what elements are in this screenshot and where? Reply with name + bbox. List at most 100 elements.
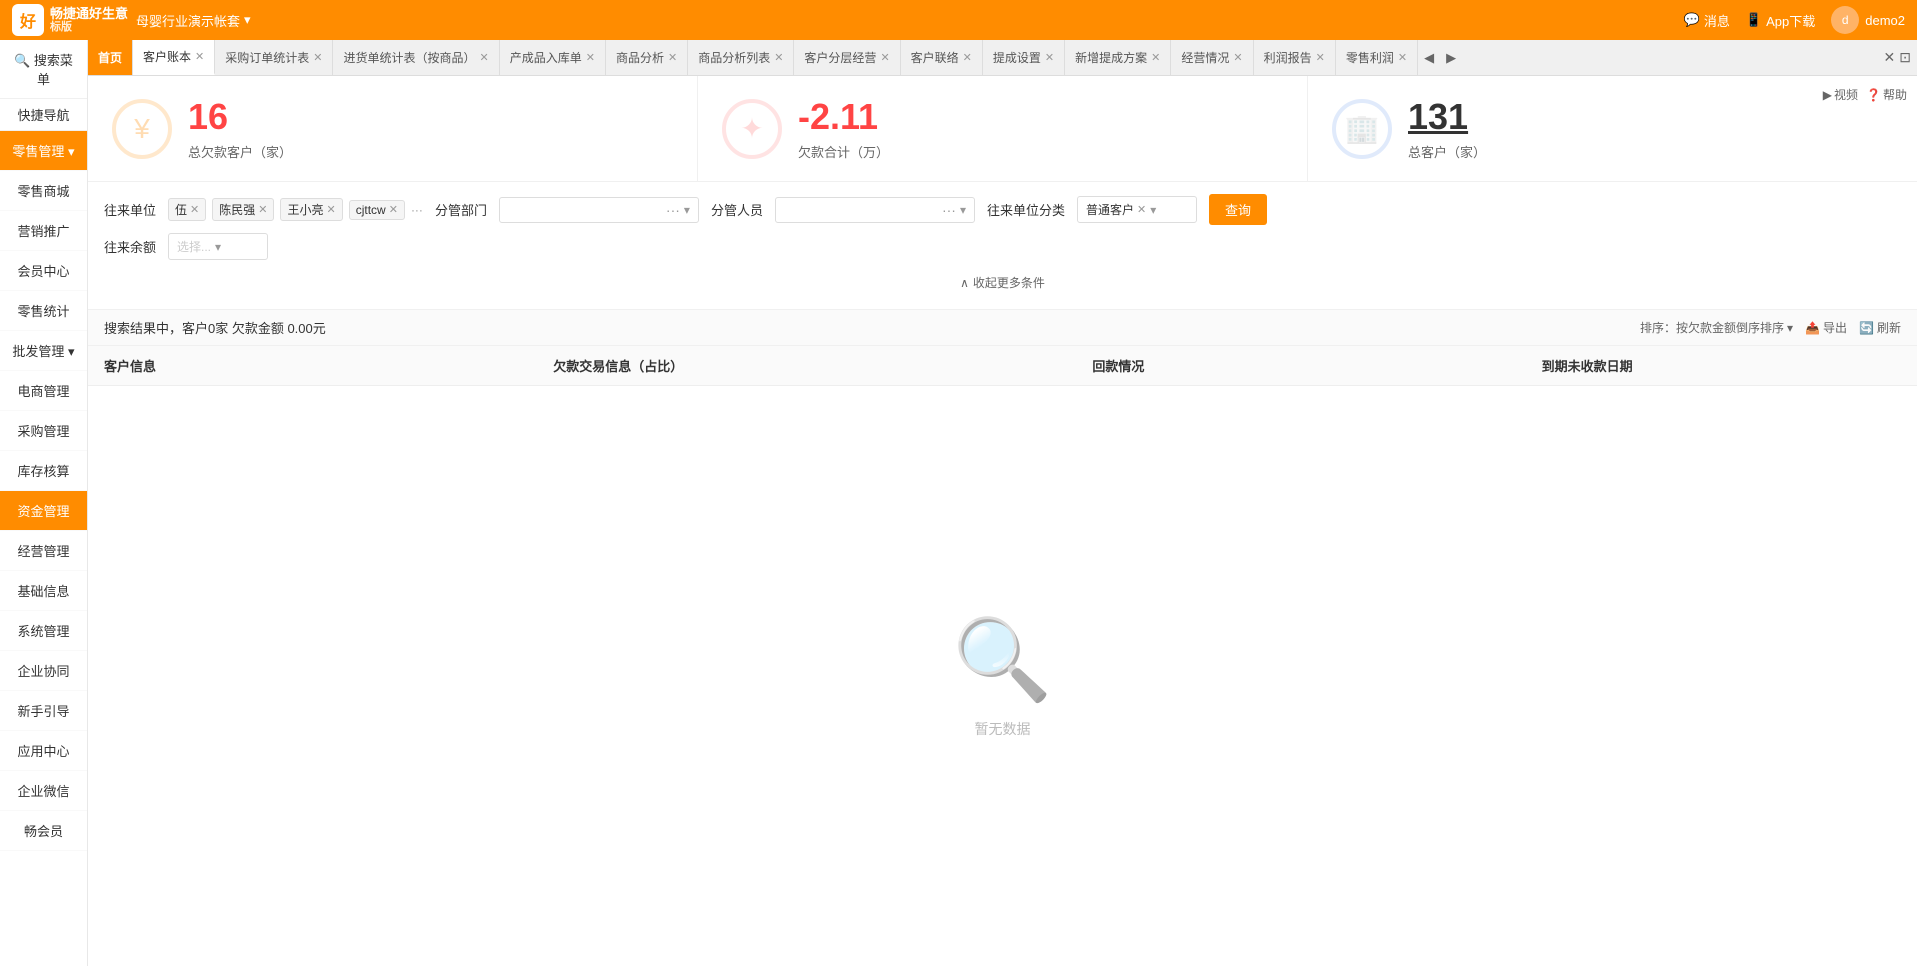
empty-text: 暂无数据 <box>975 719 1031 739</box>
sidebar-item-ecommerce[interactable]: 电商管理 <box>0 371 87 411</box>
remove-tag-chen[interactable]: ✕ <box>258 203 267 216</box>
filter-more-button[interactable]: ··· <box>411 203 423 217</box>
search-icon: 🔍 <box>14 53 30 68</box>
tab-home[interactable]: 首页 <box>88 40 133 75</box>
tab-close-icon[interactable]: ✕ <box>668 51 677 64</box>
stat-text-1: 16 总欠款客户（家） <box>188 96 292 161</box>
sidebar-item-capital[interactable]: 资金管理 <box>0 491 87 531</box>
stat-card-total-customers: 🏢 131 总客户（家） <box>1308 76 1917 181</box>
sidebar-item-base-info[interactable]: 基础信息 <box>0 571 87 611</box>
tab-close-icon[interactable]: ✕ <box>1398 51 1407 64</box>
query-button[interactable]: 查询 <box>1209 194 1267 225</box>
tab-close-icon[interactable]: ✕ <box>1151 51 1160 64</box>
tab-product-inbound[interactable]: 产成品入库单 ✕ <box>500 40 606 75</box>
app-download-button[interactable]: 📱 App下载 <box>1746 11 1815 30</box>
tab-actions: ✕ ⊡ <box>1878 40 1917 75</box>
chevron-down-icon: ▾ <box>244 12 251 28</box>
sidebar-item-operations[interactable]: 经营管理 <box>0 531 87 571</box>
tab-operations[interactable]: 经营情况 ✕ <box>1171 40 1253 75</box>
tab-maximize-button[interactable]: ⊡ <box>1899 49 1911 66</box>
logo-text: 畅捷通好生意 标版 <box>50 6 128 35</box>
tab-close-icon[interactable]: ✕ <box>774 51 783 64</box>
sidebar-item-newbie[interactable]: 新手引导 <box>0 691 87 731</box>
tab-commission-settings[interactable]: 提成设置 ✕ <box>983 40 1065 75</box>
remove-category-tag[interactable]: ✕ <box>1137 203 1146 216</box>
tab-close-icon[interactable]: ✕ <box>1045 51 1054 64</box>
remove-tag-wu[interactable]: ✕ <box>190 203 199 216</box>
logo-area: 好 畅捷通好生意 标版 <box>12 4 128 36</box>
stat-icon-building: 🏢 <box>1332 99 1392 159</box>
filter-dots-person[interactable]: ··· <box>942 202 956 218</box>
tab-retail-profit[interactable]: 零售利润 ✕ <box>1336 40 1418 75</box>
filter-tag-chen[interactable]: 陈民强 ✕ <box>212 198 274 221</box>
col-header-debt: 欠款交易信息（占比） <box>553 356 1092 375</box>
refresh-button[interactable]: 🔄 刷新 <box>1859 319 1901 336</box>
sidebar-item-wholesale[interactable]: 批发管理 ▾ <box>0 331 87 371</box>
filter-dots-dept[interactable]: ··· <box>666 202 680 218</box>
stat-icon-money: ¥ <box>112 99 172 159</box>
filter-label-dept: 分管部门 <box>435 200 487 219</box>
tab-customer-contact[interactable]: 客户联络 ✕ <box>901 40 983 75</box>
tab-scroll-right[interactable]: ▶ <box>1440 40 1462 75</box>
tab-customer-ledger[interactable]: 客户账本 ✕ <box>133 40 215 75</box>
tab-new-commission-plan[interactable]: 新增提成方案 ✕ <box>1065 40 1171 75</box>
category-tag[interactable]: 普通客户 ✕ <box>1086 201 1146 218</box>
filter-row-2: 往来余额 选择... ▾ <box>104 233 1901 260</box>
empty-state: 🔍 暂无数据 <box>88 386 1917 966</box>
stat-card-total-debt-amount: ✦ -2.11 欠款合计（万） <box>698 76 1308 181</box>
account-selector[interactable]: 母婴行业演示帐套 ▾ <box>136 11 251 30</box>
remove-tag-cjttcw[interactable]: ✕ <box>389 203 398 216</box>
remove-tag-wang[interactable]: ✕ <box>327 203 336 216</box>
top-bar-left: 好 畅捷通好生意 标版 母婴行业演示帐套 ▾ <box>12 4 251 36</box>
sidebar-item-purchase[interactable]: 采购管理 <box>0 411 87 451</box>
tab-customer-tier[interactable]: 客户分层经营 ✕ <box>794 40 900 75</box>
sidebar-item-chang-member[interactable]: 畅会员 <box>0 811 87 851</box>
collapse-button[interactable]: ∧ 收起更多条件 <box>104 268 1901 297</box>
sidebar-item-member-center[interactable]: 会员中心 <box>0 251 87 291</box>
sidebar-item-marketing[interactable]: 营销推广 <box>0 211 87 251</box>
filter-category-select[interactable]: 普通客户 ✕ ▾ <box>1077 196 1197 223</box>
tab-purchase-order-stats[interactable]: 采购订单统计表 ✕ <box>215 40 333 75</box>
sidebar-item-app-center[interactable]: 应用中心 <box>0 731 87 771</box>
tab-close-icon[interactable]: ✕ <box>195 50 204 63</box>
results-bar-right: 排序：按欠款金额倒序排序 ▾ 📤 导出 🔄 刷新 <box>1640 319 1901 336</box>
filter-tag-cjttcw[interactable]: cjttcw ✕ <box>349 200 405 220</box>
filter-tag-wu[interactable]: 伍 ✕ <box>168 198 206 221</box>
tab-close-all-button[interactable]: ✕ <box>1884 49 1896 66</box>
sidebar-item-system[interactable]: 系统管理 <box>0 611 87 651</box>
message-button[interactable]: 💬 消息 <box>1684 11 1730 30</box>
tab-close-icon[interactable]: ✕ <box>963 51 972 64</box>
export-button[interactable]: 📤 导出 <box>1805 319 1847 336</box>
tab-close-icon[interactable]: ✕ <box>880 51 889 64</box>
sidebar-item-retail-management[interactable]: 零售管理 ▾ <box>0 131 87 171</box>
stat-text-2: -2.11 欠款合计（万） <box>798 96 889 161</box>
sidebar-quick-nav[interactable]: 快捷导航 <box>0 99 87 131</box>
filter-label-unit: 往来单位 <box>104 200 156 219</box>
tab-close-icon[interactable]: ✕ <box>1316 51 1325 64</box>
sort-select[interactable]: 排序：按欠款金额倒序排序 ▾ <box>1640 319 1793 336</box>
sidebar-item-enterprise-collab[interactable]: 企业协同 <box>0 651 87 691</box>
sidebar-search[interactable]: 🔍 搜索菜单 <box>0 40 87 99</box>
stat-text-3: 131 总客户（家） <box>1408 96 1486 161</box>
sidebar-item-retail-stats[interactable]: 零售统计 <box>0 291 87 331</box>
tab-incoming-stats[interactable]: 进货单统计表（按商品） ✕ <box>333 40 499 75</box>
tab-close-icon[interactable]: ✕ <box>313 51 322 64</box>
sidebar-item-enterprise-wechat[interactable]: 企业微信 <box>0 771 87 811</box>
tab-close-icon[interactable]: ✕ <box>480 51 489 64</box>
filter-balance-select[interactable]: 选择... ▾ <box>168 233 268 260</box>
tab-product-analysis-list[interactable]: 商品分析列表 ✕ <box>688 40 794 75</box>
sidebar-item-inventory[interactable]: 库存核算 <box>0 451 87 491</box>
tab-scroll-left[interactable]: ◀ <box>1418 40 1440 75</box>
stat-label-2: 欠款合计（万） <box>798 142 889 161</box>
user-info[interactable]: d demo2 <box>1831 6 1905 34</box>
filter-area: 往来单位 伍 ✕ 陈民强 ✕ 王小亮 ✕ <box>88 182 1917 310</box>
tab-profit-report[interactable]: 利润报告 ✕ <box>1254 40 1336 75</box>
download-icon: 📱 <box>1746 12 1762 28</box>
tab-close-icon[interactable]: ✕ <box>586 51 595 64</box>
filter-tag-wang[interactable]: 王小亮 ✕ <box>280 198 342 221</box>
filter-person-select[interactable]: ··· ▾ <box>775 197 975 223</box>
tab-close-icon[interactable]: ✕ <box>1233 51 1242 64</box>
tab-product-analysis[interactable]: 商品分析 ✕ <box>606 40 688 75</box>
filter-dept-select[interactable]: ··· ▾ <box>499 197 699 223</box>
sidebar-item-retail-mall[interactable]: 零售商城 <box>0 171 87 211</box>
